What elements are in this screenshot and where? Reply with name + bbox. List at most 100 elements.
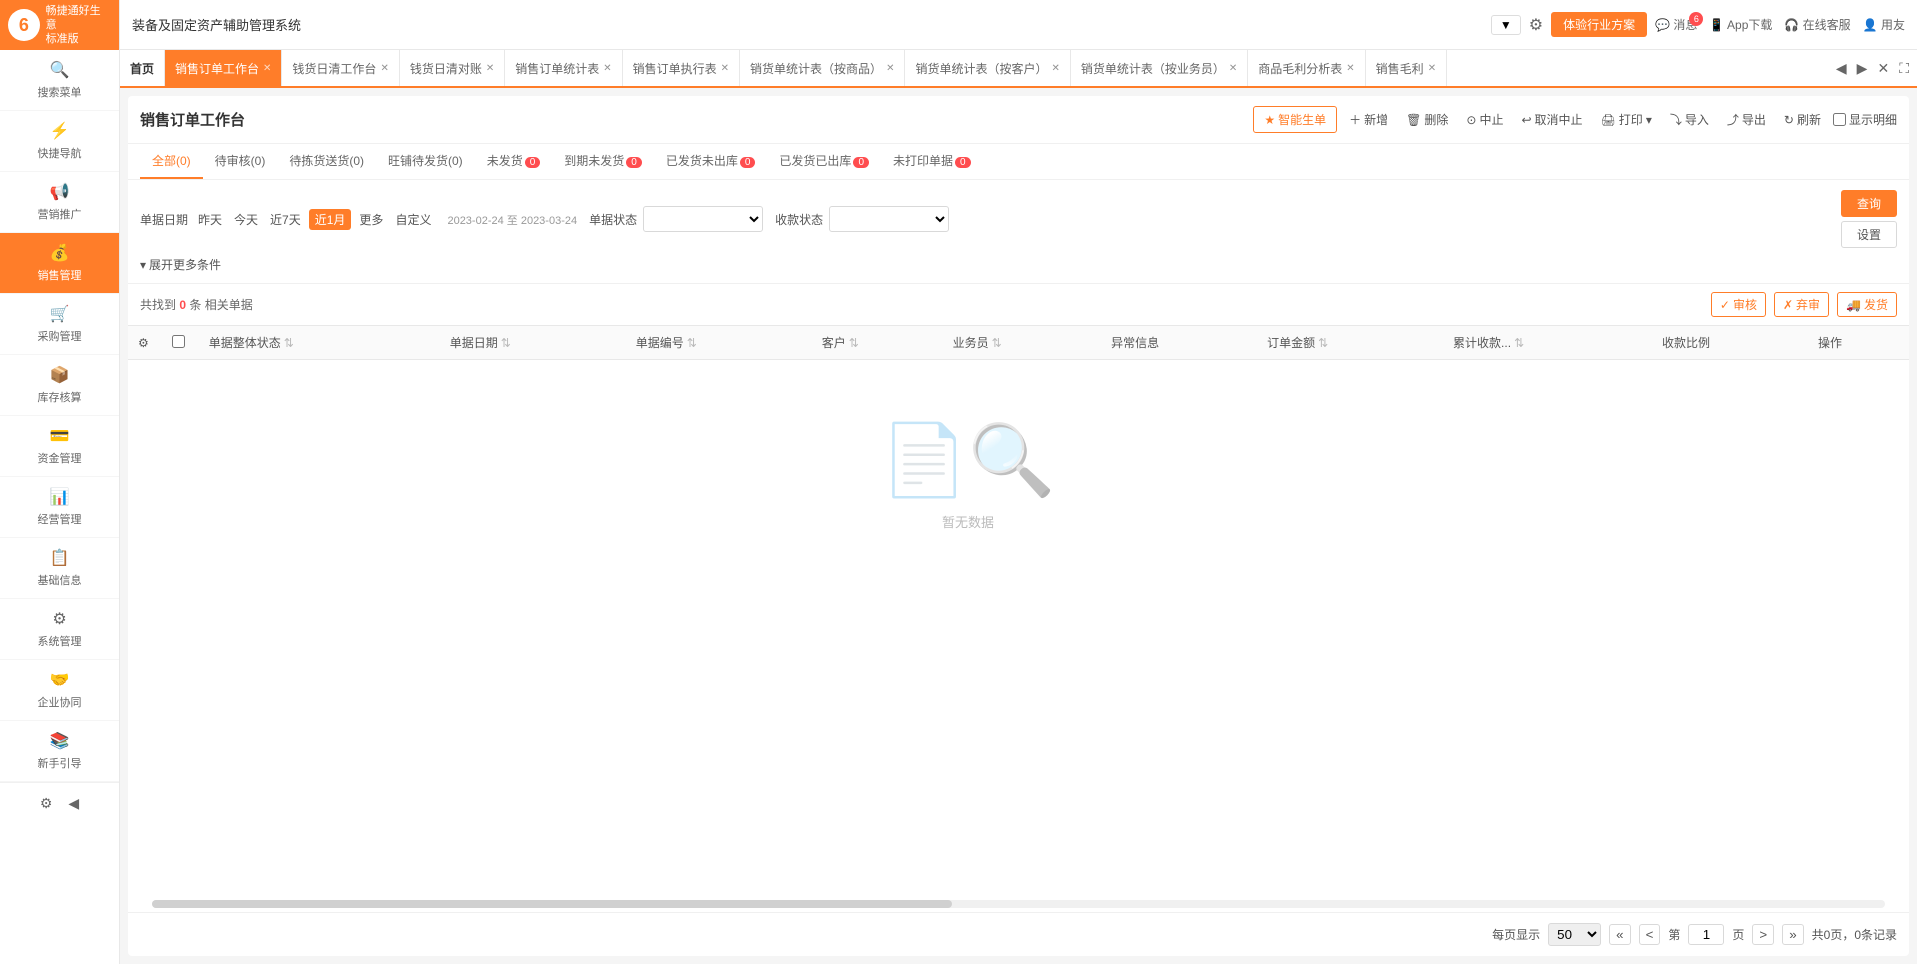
filter-tab-overdue[interactable]: 到期未发货0 [552, 144, 654, 179]
sidebar-item-basic-info[interactable]: 📋 基础信息 [0, 538, 119, 599]
review-action-button[interactable]: ✓ 审核 [1711, 292, 1766, 317]
filter-tab-not-printed[interactable]: 未打印单据0 [881, 144, 983, 179]
date-btn-7days[interactable]: 近7天 [266, 209, 305, 230]
tab-close-sales-stat-customer[interactable]: ✕ [1051, 63, 1059, 74]
delete-button[interactable]: 🗑 删除 [1400, 107, 1454, 132]
sidebar-collapse-button[interactable]: ◀ [64, 793, 83, 814]
cancel-stop-button[interactable]: ↩ 取消中止 [1515, 107, 1588, 132]
tab-cash-reconcile[interactable]: 钱货日清对账 ✕ [400, 50, 505, 86]
tab-next-button[interactable]: ▶ [1853, 58, 1872, 79]
sidebar-item-guide[interactable]: 📚 新手引导 [0, 721, 119, 782]
topbar-settings-button[interactable]: ⚙ [1529, 15, 1543, 35]
tab-sales-order[interactable]: 销售订单工作台 ✕ [165, 50, 282, 86]
last-page-button[interactable]: » [1782, 924, 1803, 945]
tab-close-all-button[interactable]: ✕ [1873, 58, 1893, 79]
import-button[interactable]: ⤵ 导入 [1664, 107, 1715, 132]
tab-sales-stat-customer[interactable]: 销货单统计表（按客户） ✕ [905, 50, 1070, 86]
col-gear[interactable]: ⚙ [128, 326, 159, 360]
sidebar-item-enterprise[interactable]: 🤝 企业协同 [0, 660, 119, 721]
col-checkbox[interactable] [159, 326, 199, 360]
tab-close-sales-stat-product[interactable]: ✕ [886, 63, 894, 74]
refresh-button[interactable]: ↻ 刷新 [1778, 107, 1827, 132]
tab-close-sales-stat[interactable]: ✕ [603, 63, 611, 74]
filter-tab-wangpu[interactable]: 旺铺待发货(0) [376, 144, 475, 179]
sidebar-item-search[interactable]: 🔍 搜索菜单 [0, 50, 119, 111]
app-download-link[interactable]: 📱 App下载 [1709, 16, 1772, 33]
table-scroll[interactable]: ⚙ 单据整体状态⇅ 单据日期⇅ 单据编号⇅ 客户⇅ 业务员⇅ 异常信息 订单金额… [128, 325, 1909, 896]
experience-button[interactable]: 体验行业方案 [1551, 12, 1647, 37]
filter-tab-pending-inspect[interactable]: 待拣货送货(0) [277, 144, 376, 179]
horizontal-scrollbar[interactable] [128, 896, 1909, 912]
tab-close-sales-exec[interactable]: ✕ [721, 63, 729, 74]
tab-sales-stat[interactable]: 销售订单统计表 ✕ [505, 50, 622, 86]
tab-sales-more[interactable]: 销售毛利 ✕ [1366, 50, 1447, 86]
tab-expand-button[interactable]: ⛶ [1895, 58, 1913, 79]
page-number-input[interactable] [1688, 924, 1724, 945]
date-btn-yesterday[interactable]: 昨天 [194, 209, 226, 230]
tab-close-sales-more[interactable]: ✕ [1428, 63, 1436, 74]
stop-button[interactable]: ⊙ 中止 [1460, 107, 1509, 132]
filter-tab-shipped-not-warehoused[interactable]: 已发货未出库0 [654, 144, 768, 179]
next-page-button[interactable]: > [1752, 924, 1774, 945]
tab-cash-daily[interactable]: 钱货日清工作台 ✕ [282, 50, 399, 86]
filter-tab-pending-review[interactable]: 待审核(0) [203, 144, 278, 179]
payment-select[interactable] [829, 206, 949, 232]
smart-create-button[interactable]: ★ 智能生单 [1253, 106, 1337, 133]
tab-sales-stat-staff[interactable]: 销货单统计表（按业务员） ✕ [1071, 50, 1248, 86]
date-btn-1month[interactable]: 近1月 [309, 209, 352, 230]
date-btn-today[interactable]: 今天 [230, 209, 262, 230]
add-button[interactable]: ＋ 新增 [1343, 107, 1394, 132]
sidebar-item-purchase[interactable]: 🛒 采购管理 [0, 294, 119, 355]
scrollbar-thumb[interactable] [152, 900, 952, 908]
page-size-select[interactable]: 50 20 100 [1548, 923, 1601, 946]
col-staff[interactable]: 业务员⇅ [943, 326, 1101, 360]
sidebar-item-operations[interactable]: 📊 经营管理 [0, 477, 119, 538]
ship-action-button[interactable]: 🚚 发货 [1837, 292, 1897, 317]
col-date[interactable]: 单据日期⇅ [440, 326, 626, 360]
tab-close-cash-daily[interactable]: ✕ [380, 63, 388, 74]
filter-tab-shipped-warehoused[interactable]: 已发货已出库0 [767, 144, 881, 179]
col-received[interactable]: 累计收款...⇅ [1443, 326, 1652, 360]
date-btn-custom[interactable]: 自定义 [391, 209, 435, 230]
set-button[interactable]: 设置 [1841, 221, 1897, 248]
tab-prev-button[interactable]: ◀ [1832, 58, 1851, 79]
sidebar-item-finance[interactable]: 💳 资金管理 [0, 416, 119, 477]
logo-text: 畅捷通好生意 标准版 [46, 4, 111, 47]
detail-checkbox[interactable] [1833, 113, 1846, 126]
export-button[interactable]: ⤴ 导出 [1721, 107, 1772, 132]
col-customer[interactable]: 客户⇅ [812, 326, 943, 360]
sidebar-item-quick-nav[interactable]: ⚡ 快捷导航 [0, 111, 119, 172]
col-amount[interactable]: 订单金额⇅ [1257, 326, 1443, 360]
message-badge[interactable]: 💬 6 消息 [1655, 16, 1697, 33]
sidebar-item-inventory[interactable]: 📦 库存核算 [0, 355, 119, 416]
col-status[interactable]: 单据整体状态⇅ [199, 326, 440, 360]
first-page-button[interactable]: « [1609, 924, 1630, 945]
online-service-link[interactable]: 🎧 在线客服 [1784, 16, 1850, 33]
filter-tab-not-shipped[interactable]: 未发货0 [475, 144, 553, 179]
cancel-review-button[interactable]: ✗ 弃审 [1774, 292, 1829, 317]
user-menu[interactable]: 👤 用友 [1863, 16, 1905, 33]
search-button[interactable]: 查询 [1841, 190, 1897, 217]
tab-close-sales-stat-staff[interactable]: ✕ [1229, 63, 1237, 74]
tab-sales-exec[interactable]: 销售订单执行表 ✕ [623, 50, 740, 86]
prev-page-button[interactable]: < [1639, 924, 1661, 945]
select-all-checkbox[interactable] [172, 335, 185, 348]
col-number[interactable]: 单据编号⇅ [626, 326, 812, 360]
status-select[interactable] [643, 206, 763, 232]
tab-close-cash-reconcile[interactable]: ✕ [486, 63, 494, 74]
tab-close-sales-order[interactable]: ✕ [263, 63, 271, 74]
filter-tab-all[interactable]: 全部(0) [140, 144, 203, 179]
date-btn-more[interactable]: 更多 [355, 209, 387, 230]
sidebar-item-sales[interactable]: 💰 销售管理 [0, 233, 119, 294]
print-button[interactable]: 🖨 打印 ▾ [1595, 107, 1658, 132]
sidebar-settings-button[interactable]: ⚙ [36, 793, 57, 814]
sidebar-item-marketing[interactable]: 📢 营销推广 [0, 172, 119, 233]
tab-close-product-profit[interactable]: ✕ [1346, 63, 1354, 74]
tab-product-profit[interactable]: 商品毛利分析表 ✕ [1248, 50, 1365, 86]
expand-conditions-button[interactable]: ▾ 展开更多条件 [140, 256, 221, 273]
tab-home[interactable]: 首页 [120, 50, 165, 86]
system-dropdown[interactable]: ▼ [1491, 15, 1521, 35]
detail-checkbox-label[interactable]: 显示明细 [1833, 111, 1897, 128]
tab-sales-stat-product[interactable]: 销货单统计表（按商品） ✕ [740, 50, 905, 86]
sidebar-item-system[interactable]: ⚙ 系统管理 [0, 599, 119, 660]
